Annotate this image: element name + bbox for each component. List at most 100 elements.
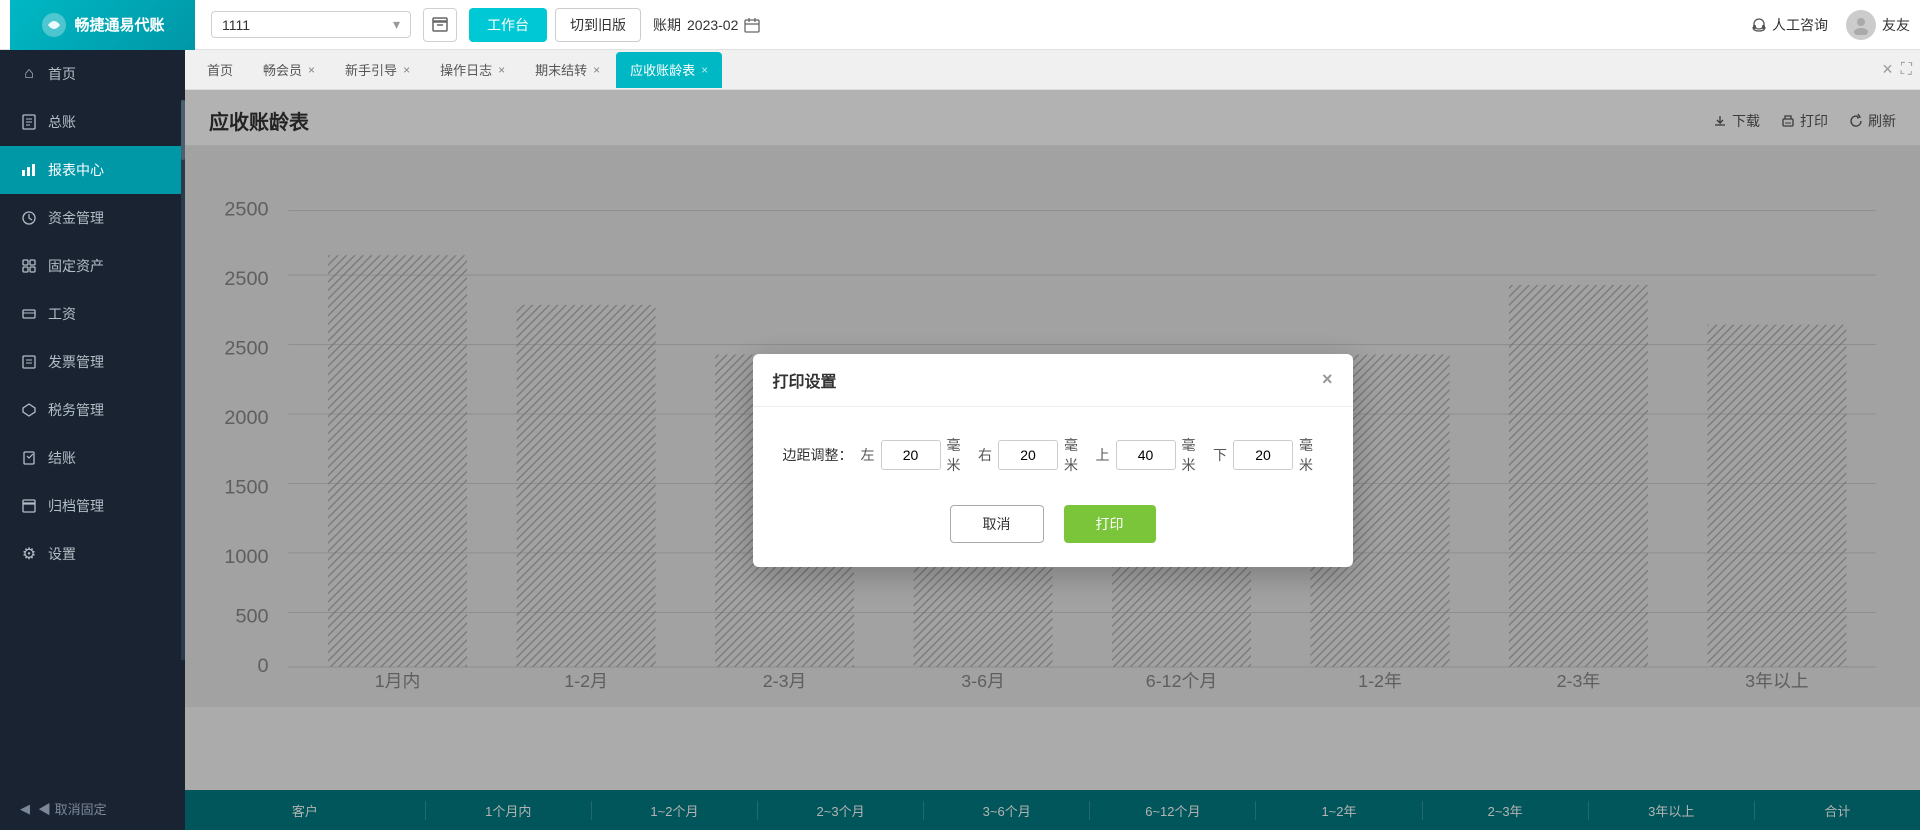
sidebar-item-invoice[interactable]: 发票管理 <box>0 338 185 386</box>
dialog-body: 边距调整： 左 毫米 右 毫米 <box>753 407 1353 495</box>
top-margin-input[interactable] <box>1116 440 1176 470</box>
report-icon <box>20 161 38 179</box>
sidebar-label-settings: 设置 <box>48 544 76 564</box>
sidebar-item-ledger[interactable]: 总账 <box>0 98 185 146</box>
dialog-header: 打印设置 × <box>753 354 1353 407</box>
consult-button[interactable]: 人工咨询 <box>1750 15 1828 35</box>
tab-member-label: 畅会员 <box>263 60 302 79</box>
tab-home[interactable]: 首页 <box>193 52 247 88</box>
archive-icon-button[interactable] <box>423 8 457 42</box>
user-area[interactable]: 友友 <box>1846 10 1910 40</box>
archive-menu-icon <box>20 497 38 515</box>
logo-text: 畅捷通易代账 <box>74 14 164 35</box>
left-margin-input[interactable] <box>881 440 941 470</box>
sidebar-label-ledger: 总账 <box>48 112 76 132</box>
page-body: 应收账龄表 下载 <box>185 90 1920 830</box>
sidebar-label-asset: 固定资产 <box>48 256 104 276</box>
sidebar-item-asset[interactable]: 固定资产 <box>0 242 185 290</box>
tab-oplog-label: 操作日志 <box>440 60 492 79</box>
chevron-down-icon: ▾ <box>393 16 400 33</box>
margin-label: 边距调整： <box>783 445 853 465</box>
top-margin-group: 上 毫米 <box>1096 435 1206 475</box>
tab-bar: 首页 畅会员 × 新手引导 × 操作日志 × 期末结转 × 应收账龄表 × <box>185 50 1920 90</box>
close-all-tabs-icon[interactable]: × <box>1882 59 1893 80</box>
logo-area: 畅捷通易代账 <box>10 0 195 50</box>
right-unit: 毫米 <box>1064 435 1088 475</box>
sidebar-label-home: 首页 <box>48 64 76 84</box>
tab-guide[interactable]: 新手引导 × <box>331 52 424 88</box>
tab-ar-aging-close[interactable]: × <box>701 63 708 77</box>
close-accounts-icon <box>20 449 38 467</box>
tab-period-end-label: 期末结转 <box>535 60 587 79</box>
tab-ar-aging[interactable]: 应收账龄表 × <box>616 52 722 88</box>
fund-icon <box>20 209 38 227</box>
settings-icon: ⚙ <box>20 545 38 563</box>
top-header: 畅捷通易代账 1111 ▾ 工作台 切到旧版 账期 2023-02 <box>0 0 1920 50</box>
bottom-label: 下 <box>1213 445 1227 465</box>
right-margin-group: 右 毫米 <box>978 435 1088 475</box>
dialog-close-button[interactable]: × <box>1322 369 1333 390</box>
company-name: 1111 <box>222 17 250 33</box>
right-label: 右 <box>978 445 992 465</box>
sidebar-item-archive[interactable]: 归档管理 <box>0 482 185 530</box>
pin-toggle-icon: ◀ <box>20 801 30 817</box>
avatar <box>1846 10 1876 40</box>
tab-oplog-close[interactable]: × <box>498 63 505 77</box>
confirm-print-button[interactable]: 打印 <box>1064 505 1156 543</box>
dialog-overlay: 打印设置 × 边距调整： 左 毫米 右 <box>185 90 1920 830</box>
asset-icon <box>20 257 38 275</box>
tab-period-end-close[interactable]: × <box>593 63 600 77</box>
sidebar-item-close[interactable]: 结账 <box>0 434 185 482</box>
tab-member-close[interactable]: × <box>308 63 315 77</box>
switch-old-button[interactable]: 切到旧版 <box>555 8 641 42</box>
sidebar-item-home[interactable]: ⌂ 首页 <box>0 50 185 98</box>
salary-icon <box>20 305 38 323</box>
pin-toggle-label: ◀ 取消固定 <box>38 799 107 818</box>
sidebar-label-tax: 税务管理 <box>48 400 104 420</box>
left-label: 左 <box>861 445 875 465</box>
print-dialog: 打印设置 × 边距调整： 左 毫米 右 <box>753 354 1353 567</box>
tab-member[interactable]: 畅会员 × <box>249 52 329 88</box>
sidebar-label-archive: 归档管理 <box>48 496 104 516</box>
sidebar-item-settings[interactable]: ⚙ 设置 <box>0 530 185 578</box>
bottom-margin-input[interactable] <box>1233 440 1293 470</box>
ledger-icon <box>20 113 38 131</box>
sidebar-label-report: 报表中心 <box>48 160 104 180</box>
tab-guide-close[interactable]: × <box>403 63 410 77</box>
tab-guide-label: 新手引导 <box>345 60 397 79</box>
dialog-footer: 取消 打印 <box>753 495 1353 567</box>
headset-icon <box>1750 16 1768 34</box>
invoice-icon <box>20 353 38 371</box>
tax-icon <box>20 401 38 419</box>
tab-ar-aging-label: 应收账龄表 <box>630 60 695 79</box>
consult-label: 人工咨询 <box>1772 15 1828 35</box>
company-selector[interactable]: 1111 ▾ <box>211 11 411 38</box>
right-margin-input[interactable] <box>998 440 1058 470</box>
bottom-margin-group: 下 毫米 <box>1213 435 1323 475</box>
sidebar-item-salary[interactable]: 工资 <box>0 290 185 338</box>
dialog-title: 打印设置 <box>773 368 837 392</box>
calendar-icon[interactable] <box>744 17 760 33</box>
tab-period-end[interactable]: 期末结转 × <box>521 52 614 88</box>
logo-icon <box>40 11 68 39</box>
margin-settings-row: 边距调整： 左 毫米 右 毫米 <box>783 435 1323 475</box>
tab-bar-right: × ⛶ <box>1882 59 1912 80</box>
top-unit: 毫米 <box>1182 435 1206 475</box>
sidebar-pin-toggle[interactable]: ◀ ◀ 取消固定 <box>0 787 185 830</box>
top-label: 上 <box>1096 445 1110 465</box>
sidebar-label-invoice: 发票管理 <box>48 352 104 372</box>
workbench-button[interactable]: 工作台 <box>469 8 547 42</box>
fullscreen-icon[interactable]: ⛶ <box>1901 61 1912 79</box>
left-margin-group: 左 毫米 <box>861 435 971 475</box>
sidebar-item-tax[interactable]: 税务管理 <box>0 386 185 434</box>
tab-home-label: 首页 <box>207 60 233 79</box>
sidebar-label-close: 结账 <box>48 448 76 468</box>
cancel-button[interactable]: 取消 <box>950 505 1044 543</box>
period-label: 账期 <box>653 15 681 35</box>
tab-oplog[interactable]: 操作日志 × <box>426 52 519 88</box>
sidebar-item-report[interactable]: 报表中心 <box>0 146 185 194</box>
left-unit: 毫米 <box>947 435 971 475</box>
home-icon: ⌂ <box>20 65 38 83</box>
user-label: 友友 <box>1882 15 1910 35</box>
sidebar-item-fund[interactable]: 资金管理 <box>0 194 185 242</box>
